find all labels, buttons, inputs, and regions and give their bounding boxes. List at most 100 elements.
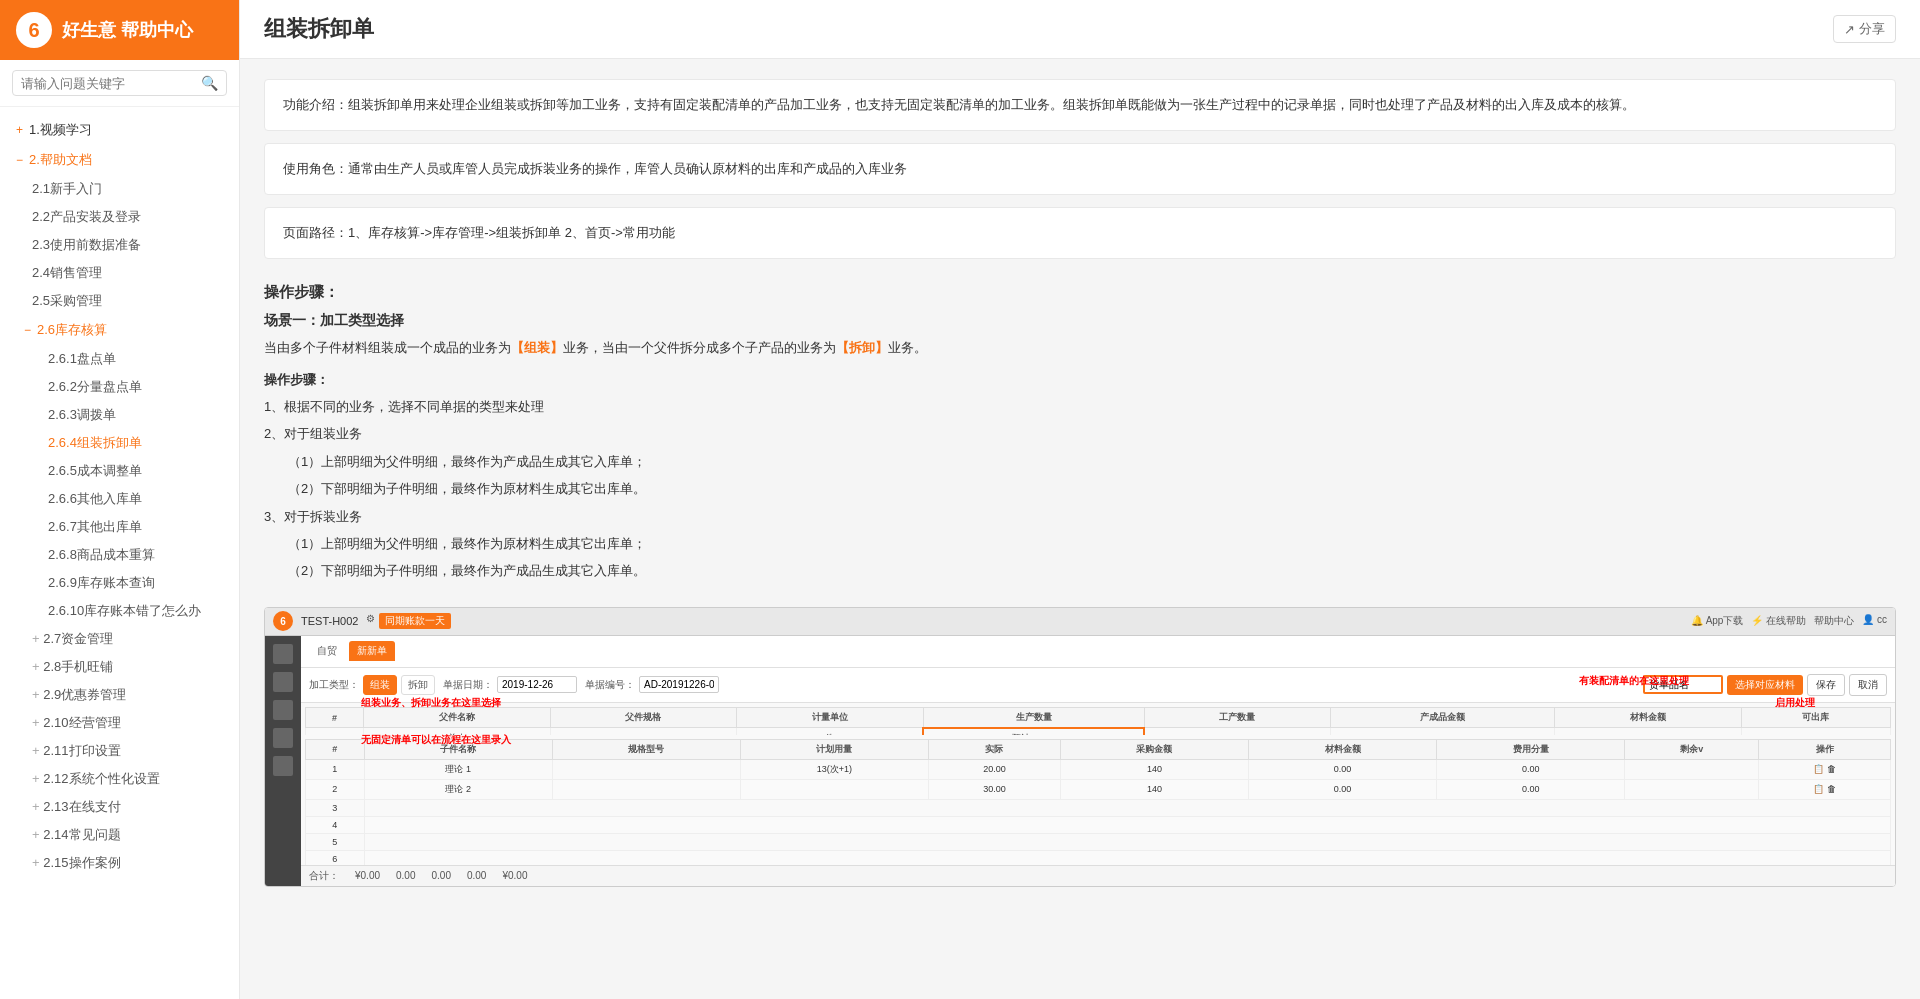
mock-type-label: 加工类型： — [309, 678, 359, 692]
step1: 1、根据不同的业务，选择不同单据的类型来处理 — [264, 395, 1896, 418]
col-plan-qty: 计划用量 — [740, 739, 928, 759]
mock-tab-new[interactable]: 新新单 — [349, 641, 395, 661]
sidebar-item-s25[interactable]: 2.5采购管理 — [0, 287, 239, 315]
sidebar-item-s265[interactable]: 2.6.5成本调整单 — [0, 457, 239, 485]
sidebar-item-s21[interactable]: 2.1新手入门 — [0, 175, 239, 203]
mock-lower-table: # 子件名称 规格型号 计划用量 实际 采购金额 材料金额 费用分量 — [301, 735, 1895, 865]
mock-form-section: 加工类型： 组装 拆卸 单据日期： — [301, 668, 1895, 703]
mock-num-input[interactable] — [639, 676, 719, 693]
mock-date-input[interactable] — [497, 676, 577, 693]
sidebar-item-s24[interactable]: 2.4销售管理 — [0, 259, 239, 287]
mock-nav-highlight: 同期账款一天 — [379, 613, 451, 629]
mock-field-num: 单据编号： — [585, 676, 719, 693]
intro-block: 功能介绍：组装拆卸单用来处理企业组装或拆卸等加工业务，支持有固定装配清单的产品加… — [264, 79, 1896, 131]
sidebar-item-label: 2.6库存核算 — [37, 321, 107, 339]
collapse-icon-s26: − — [24, 323, 31, 337]
sidebar-item-video[interactable]: + 1.视频学习 — [0, 115, 239, 145]
sidebar-item-s268[interactable]: 2.6.8商品成本重算 — [0, 541, 239, 569]
col-parent-name: 父件名称 — [364, 707, 551, 728]
sidebar-item-s215[interactable]: + 2.15操作案例 — [0, 849, 239, 877]
mock-type-zhuang[interactable]: 组装 — [363, 675, 397, 695]
sidebar-item-s210[interactable]: + 2.10经营管理 — [0, 709, 239, 737]
mock-sidebar-icon-1 — [273, 644, 293, 664]
sidebar-item-s269[interactable]: 2.6.9库存账本查询 — [0, 569, 239, 597]
col-avail: 可出库 — [1741, 707, 1890, 728]
app-logo: 6 — [16, 12, 52, 48]
mock-cancel-btn[interactable]: 取消 — [1849, 674, 1887, 696]
role-text: 使用角色：通常由生产人员或库管人员完成拆装业务的操作，库管人员确认原材料的出库和… — [283, 161, 907, 176]
search-box: 🔍 — [0, 60, 239, 107]
col-unit: 计量单位 — [737, 707, 924, 728]
sidebar-item-s262[interactable]: 2.6.2分量盘点单 — [0, 373, 239, 401]
path-text: 页面路径：1、库存核算->库存管理->组装拆卸单 2、首页->常用功能 — [283, 225, 675, 240]
mock-tabbar: 自贸 新新单 — [301, 636, 1895, 668]
step3-2: （2）下部明细为子件明细，最终作为产成品生成其它入库单。 — [288, 559, 1896, 582]
upper-table-row-1: 1 关木 件 预计 +1.00 — [306, 728, 1891, 735]
sidebar-item-help[interactable]: − 2.帮助文档 — [0, 145, 239, 175]
mock-work-area: 自贸 新新单 加工类型： 组装 拆卸 — [301, 636, 1895, 886]
mock-sidebar-icon-2 — [273, 672, 293, 692]
screenshot-mockup: 6 TEST-H002 ⚙ 同期账款一天 🔔 App下载 ⚡ 在线帮助 帮助中心… — [264, 607, 1896, 887]
mock-body: 自贸 新新单 加工类型： 组装 拆卸 — [265, 636, 1895, 886]
share-icon: ↗ — [1844, 22, 1855, 37]
sidebar-item-label: 2.帮助文档 — [29, 151, 92, 169]
mock-lower-table-el: # 子件名称 规格型号 计划用量 实际 采购金额 材料金额 费用分量 — [305, 739, 1891, 865]
sidebar: 6 好生意 帮助中心 🔍 + 1.视频学习 − 2.帮助文档 2.1新手入门 2… — [0, 0, 240, 999]
sidebar-item-s263[interactable]: 2.6.3调拨单 — [0, 401, 239, 429]
mock-confirm-btn[interactable]: 选择对应材料 — [1727, 675, 1803, 695]
mock-total-val5: ¥0.00 — [502, 870, 527, 881]
sidebar-item-s2610[interactable]: 2.6.10库存账本错了怎么办 — [0, 597, 239, 625]
nav-list: + 1.视频学习 − 2.帮助文档 2.1新手入门 2.2产品安装及登录 2.3… — [0, 107, 239, 999]
step2-2: （2）下部明细为子件明细，最终作为原材料生成其它出库单。 — [288, 477, 1896, 500]
sidebar-item-s214[interactable]: + 2.14常见问题 — [0, 821, 239, 849]
step2-1: （1）上部明细为父件明细，最终作为产成品生成其它入库单； — [288, 450, 1896, 473]
sidebar-item-label: 1.视频学习 — [29, 121, 92, 139]
sidebar-item-s264[interactable]: 2.6.4组装拆卸单 — [0, 429, 239, 457]
search-wrap[interactable]: 🔍 — [12, 70, 227, 96]
col-prod-amount: 产成品金额 — [1331, 707, 1555, 728]
mock-total-row: 合计： ¥0.00 0.00 0.00 0.00 ¥0.00 — [301, 865, 1895, 886]
mock-topbar-right: 🔔 App下载 ⚡ 在线帮助 帮助中心 👤 cc — [1691, 614, 1887, 628]
search-icon[interactable]: 🔍 — [201, 75, 218, 91]
mock-total-val1: ¥0.00 — [355, 870, 380, 881]
mock-type-selector[interactable]: 组装 拆卸 — [363, 675, 435, 695]
col-parent-spec: 父件规格 — [550, 707, 737, 728]
mock-upper-table-el: # 父件名称 父件规格 计量单位 生产数量 工产数量 产成品金额 材料金额 可出 — [305, 707, 1891, 735]
sidebar-item-s29[interactable]: + 2.9优惠券管理 — [0, 681, 239, 709]
mock-sidebar-icon-3 — [273, 700, 293, 720]
mock-type-chai[interactable]: 拆卸 — [401, 675, 435, 695]
lower-table-row-3: 3 — [306, 799, 1891, 816]
mock-goods-input[interactable] — [1643, 675, 1723, 694]
col-child-spec: 规格型号 — [552, 739, 740, 759]
sidebar-item-s23[interactable]: 2.3使用前数据准备 — [0, 231, 239, 259]
col-hash: # — [306, 707, 364, 728]
col-buy-amount: 采购金额 — [1060, 739, 1248, 759]
collapse-icon: − — [16, 153, 23, 167]
col-ops: 操作 — [1759, 739, 1891, 759]
sidebar-item-s213[interactable]: + 2.13在线支付 — [0, 793, 239, 821]
sidebar-item-s26[interactable]: − 2.6库存核算 — [0, 315, 239, 345]
lower-table-row-2: 2 理论 2 30.00 140 0.00 0.00 — [306, 779, 1891, 799]
search-input[interactable] — [21, 76, 201, 91]
mock-tab-zifu[interactable]: 自贸 — [309, 641, 345, 661]
lower-table-row-5: 5 — [306, 833, 1891, 850]
share-button[interactable]: ↗ 分享 — [1833, 15, 1896, 43]
sidebar-item-s266[interactable]: 2.6.6其他入库单 — [0, 485, 239, 513]
sidebar-item-s267[interactable]: 2.6.7其他出库单 — [0, 513, 239, 541]
main-header: 组装拆卸单 ↗ 分享 — [240, 0, 1920, 59]
sidebar-item-s22[interactable]: 2.2产品安装及登录 — [0, 203, 239, 231]
mock-left-sidebar — [265, 636, 301, 886]
sidebar-item-s28[interactable]: + 2.8手机旺铺 — [0, 653, 239, 681]
mock-save-btn[interactable]: 保存 — [1807, 674, 1845, 696]
annotation5: 无固定清单可以在流程在这里录入 — [361, 733, 511, 747]
sidebar-item-s27[interactable]: + 2.7资金管理 — [0, 625, 239, 653]
mock-total-val2: 0.00 — [396, 870, 415, 881]
main-area: 组装拆卸单 ↗ 分享 功能介绍：组装拆卸单用来处理企业组装或拆卸等加工业务，支持… — [240, 0, 1920, 999]
col-fee: 费用分量 — [1437, 739, 1625, 759]
sidebar-item-s261[interactable]: 2.6.1盘点单 — [0, 345, 239, 373]
operations-title: 操作步骤： — [264, 283, 1896, 302]
sidebar-item-s211[interactable]: + 2.11打印设置 — [0, 737, 239, 765]
annotation3: 组装业务、拆卸业务在这里选择 — [361, 696, 501, 710]
lower-table-row-4: 4 — [306, 816, 1891, 833]
sidebar-item-s212[interactable]: + 2.12系统个性化设置 — [0, 765, 239, 793]
